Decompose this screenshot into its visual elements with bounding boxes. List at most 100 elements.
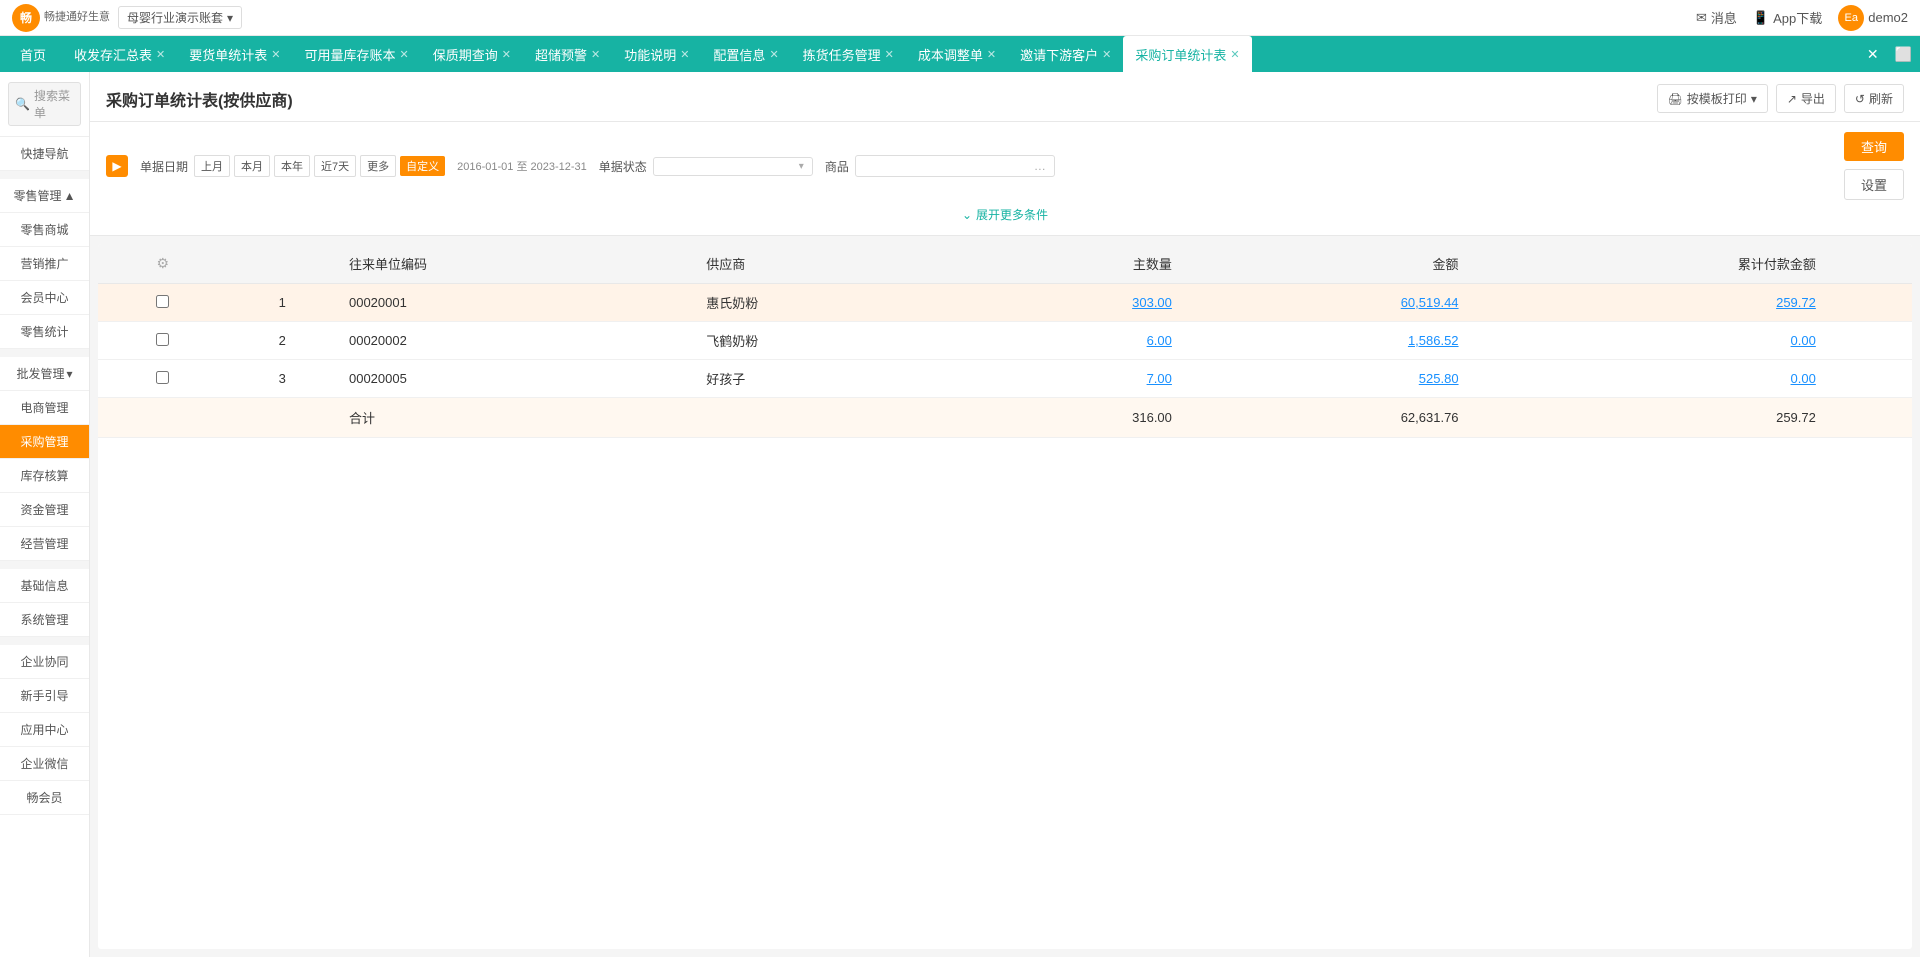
window-maximize-btn[interactable]: ⬜ (1891, 44, 1916, 65)
sidebar-item-quick-nav[interactable]: 快捷导航 (0, 137, 89, 171)
row-num: 1 (228, 284, 337, 322)
workspace-selector[interactable]: 母婴行业演示账套 ▾ (118, 6, 242, 29)
tab-expiry-query[interactable]: 保质期查询 ✕ (421, 36, 523, 72)
sidebar-item-retail-stats[interactable]: 零售统计 (0, 315, 89, 349)
sidebar-item-new-guide[interactable]: 新手引导 (0, 679, 89, 713)
table-row: 1 00020001 惠氏奶粉 303.00 60,519.44 259.72 (98, 284, 1912, 322)
col-supplier-code: 往来单位编码 (337, 244, 694, 284)
tab-close-icon[interactable]: ✕ (1102, 48, 1111, 61)
sidebar-item-ecommerce-mgmt[interactable]: 电商管理 (0, 391, 89, 425)
phone-icon: 📱 (1753, 10, 1769, 26)
page-header-actions: 🖨 按模板打印 ▾ ↗ 导出 ↺ 刷新 (1657, 84, 1904, 113)
tab-close-icon[interactable]: ✕ (271, 48, 280, 61)
tab-close-icon[interactable]: ✕ (591, 48, 600, 61)
tab-overstock-warning[interactable]: 超储预警 ✕ (523, 36, 612, 72)
settings-icon[interactable]: ⚙ (157, 255, 170, 271)
page-header: 采购订单统计表(按供应商) 🖨 按模板打印 ▾ ↗ 导出 ↺ 刷新 (90, 72, 1920, 122)
printer-icon: 🖨 (1668, 92, 1683, 106)
settings-btn[interactable]: 设置 (1844, 169, 1904, 200)
search-icon: 🔍 (15, 97, 30, 111)
search-menu-input[interactable]: 🔍 搜索菜单 (8, 82, 81, 126)
chevron-icon: ▾ (66, 367, 72, 381)
col-amount: 金额 (1184, 244, 1471, 284)
date-btn-this-month[interactable]: 本月 (234, 155, 270, 177)
sidebar-search-area[interactable]: 🔍 搜索菜单 (0, 72, 89, 137)
tab-label: 拣货任务管理 (803, 45, 881, 64)
tab-cost-adjust[interactable]: 成本调整单 ✕ (906, 36, 1008, 72)
sidebar-item-member-center[interactable]: 会员中心 (0, 281, 89, 315)
amount-cell: 525.80 (1184, 360, 1471, 398)
tab-purchase-summary[interactable]: 采购订单统计表 ✕ (1123, 36, 1251, 72)
sidebar-item-enterprise-collab[interactable]: 企业协同 (0, 645, 89, 679)
amount-cell: 60,519.44 (1184, 284, 1471, 322)
refresh-btn[interactable]: ↺ 刷新 (1844, 84, 1904, 113)
sidebar-item-marketing[interactable]: 营销推广 (0, 247, 89, 281)
logo-area: 畅 畅捷通好生意 (12, 4, 110, 32)
paid-amount-cell: 0.00 (1471, 360, 1828, 398)
table-area: ⚙ 往来单位编码 供应商 主数量 金额 累计付款金额 1 00020001 (98, 244, 1912, 949)
sidebar-item-basic-info[interactable]: 基础信息 (0, 569, 89, 603)
sidebar-item-capital-mgmt[interactable]: 资金管理 (0, 493, 89, 527)
tab-close-icon[interactable]: ✕ (156, 48, 165, 61)
export-icon: ↗ (1787, 92, 1797, 106)
date-btn-this-year[interactable]: 本年 (274, 155, 310, 177)
tab-available-stock[interactable]: 可用量库存账本 ✕ (292, 36, 420, 72)
search-menu-label: 搜索菜单 (34, 87, 74, 121)
sidebar-item-retail-mgmt[interactable]: 零售管理 ▲ (0, 179, 89, 213)
date-btn-7days[interactable]: 近7天 (314, 155, 356, 177)
user-avatar-area[interactable]: Ea demo2 (1838, 5, 1908, 31)
print-btn[interactable]: 🖨 按模板打印 ▾ (1657, 84, 1768, 113)
filter-expand-btn[interactable]: ▶ (106, 155, 128, 177)
tab-close-icon[interactable]: ✕ (400, 48, 409, 61)
filter-area: ▶ 单据日期 上月 本月 本年 近7天 更多 自定义 2016-01-01 至 … (90, 122, 1920, 236)
col-settings[interactable]: ⚙ (98, 244, 228, 284)
tab-invite-downstream[interactable]: 邀请下游客户 ✕ (1008, 36, 1123, 72)
tab-label: 功能说明 (624, 45, 676, 64)
date-quick-buttons: 上月 本月 本年 近7天 更多 自定义 (194, 155, 445, 177)
tab-close-icon[interactable]: ✕ (502, 48, 511, 61)
tab-close-icon[interactable]: ✕ (987, 48, 996, 61)
sidebar-item-purchase-mgmt[interactable]: 采购管理 (0, 425, 89, 459)
query-btn[interactable]: 查询 (1844, 132, 1904, 161)
row-checkbox[interactable] (98, 322, 228, 360)
col-extra (1828, 244, 1912, 284)
sidebar-divider (0, 171, 89, 179)
goods-input[interactable]: … (855, 155, 1055, 177)
tab-close-icon[interactable]: ✕ (769, 48, 778, 61)
footer-empty-4 (1828, 398, 1912, 438)
tab-receive-summary[interactable]: 收发存汇总表 ✕ (62, 36, 177, 72)
sidebar-item-ops-mgmt[interactable]: 经营管理 (0, 527, 89, 561)
sidebar-item-wholesale-mgmt[interactable]: 批发管理 ▾ (0, 357, 89, 391)
date-btn-more[interactable]: 更多 (360, 155, 396, 177)
tab-config-info[interactable]: 配置信息 ✕ (701, 36, 790, 72)
tab-pick-task[interactable]: 拣货任务管理 ✕ (791, 36, 906, 72)
sidebar-item-app-center[interactable]: 应用中心 (0, 713, 89, 747)
row-checkbox[interactable] (98, 360, 228, 398)
export-btn[interactable]: ↗ 导出 (1776, 84, 1836, 113)
sidebar-item-retail-store[interactable]: 零售商城 (0, 213, 89, 247)
sidebar-item-enterprise-wechat[interactable]: 企业微信 (0, 747, 89, 781)
ellipsis-icon[interactable]: … (1034, 159, 1046, 173)
window-close-btn[interactable]: ✕ (1863, 44, 1883, 65)
row-extra (1828, 284, 1912, 322)
sidebar-item-stock-check[interactable]: 库存核算 (0, 459, 89, 493)
tab-close-icon[interactable]: ✕ (1230, 48, 1239, 61)
main-layout: 🔍 搜索菜单 快捷导航 零售管理 ▲ 零售商城 营销推广 会员中心 零售统计 批… (0, 72, 1920, 957)
sidebar-divider-3 (0, 561, 89, 569)
tab-label: 保质期查询 (433, 45, 498, 64)
user-avatar: Ea (1838, 5, 1864, 31)
app-download-btn[interactable]: 📱 App下载 (1753, 8, 1822, 27)
nav-tabs-bar: 首页 收发存汇总表 ✕ 要货单统计表 ✕ 可用量库存账本 ✕ 保质期查询 ✕ 超… (0, 36, 1920, 72)
sidebar-item-system-mgmt[interactable]: 系统管理 (0, 603, 89, 637)
tab-home[interactable]: 首页 (4, 36, 62, 72)
message-btn[interactable]: ✉ 消息 (1696, 8, 1737, 27)
tab-function-desc[interactable]: 功能说明 ✕ (612, 36, 701, 72)
status-select[interactable]: ▾ (653, 157, 813, 176)
row-checkbox[interactable] (98, 284, 228, 322)
expand-more-conditions-btn[interactable]: ⌄ 展开更多条件 (962, 206, 1048, 223)
tab-order-summary[interactable]: 要货单统计表 ✕ (177, 36, 292, 72)
sidebar-item-vip-member[interactable]: 畅会员 (0, 781, 89, 815)
tab-close-icon[interactable]: ✕ (885, 48, 894, 61)
date-btn-last-month[interactable]: 上月 (194, 155, 230, 177)
tab-close-icon[interactable]: ✕ (680, 48, 689, 61)
